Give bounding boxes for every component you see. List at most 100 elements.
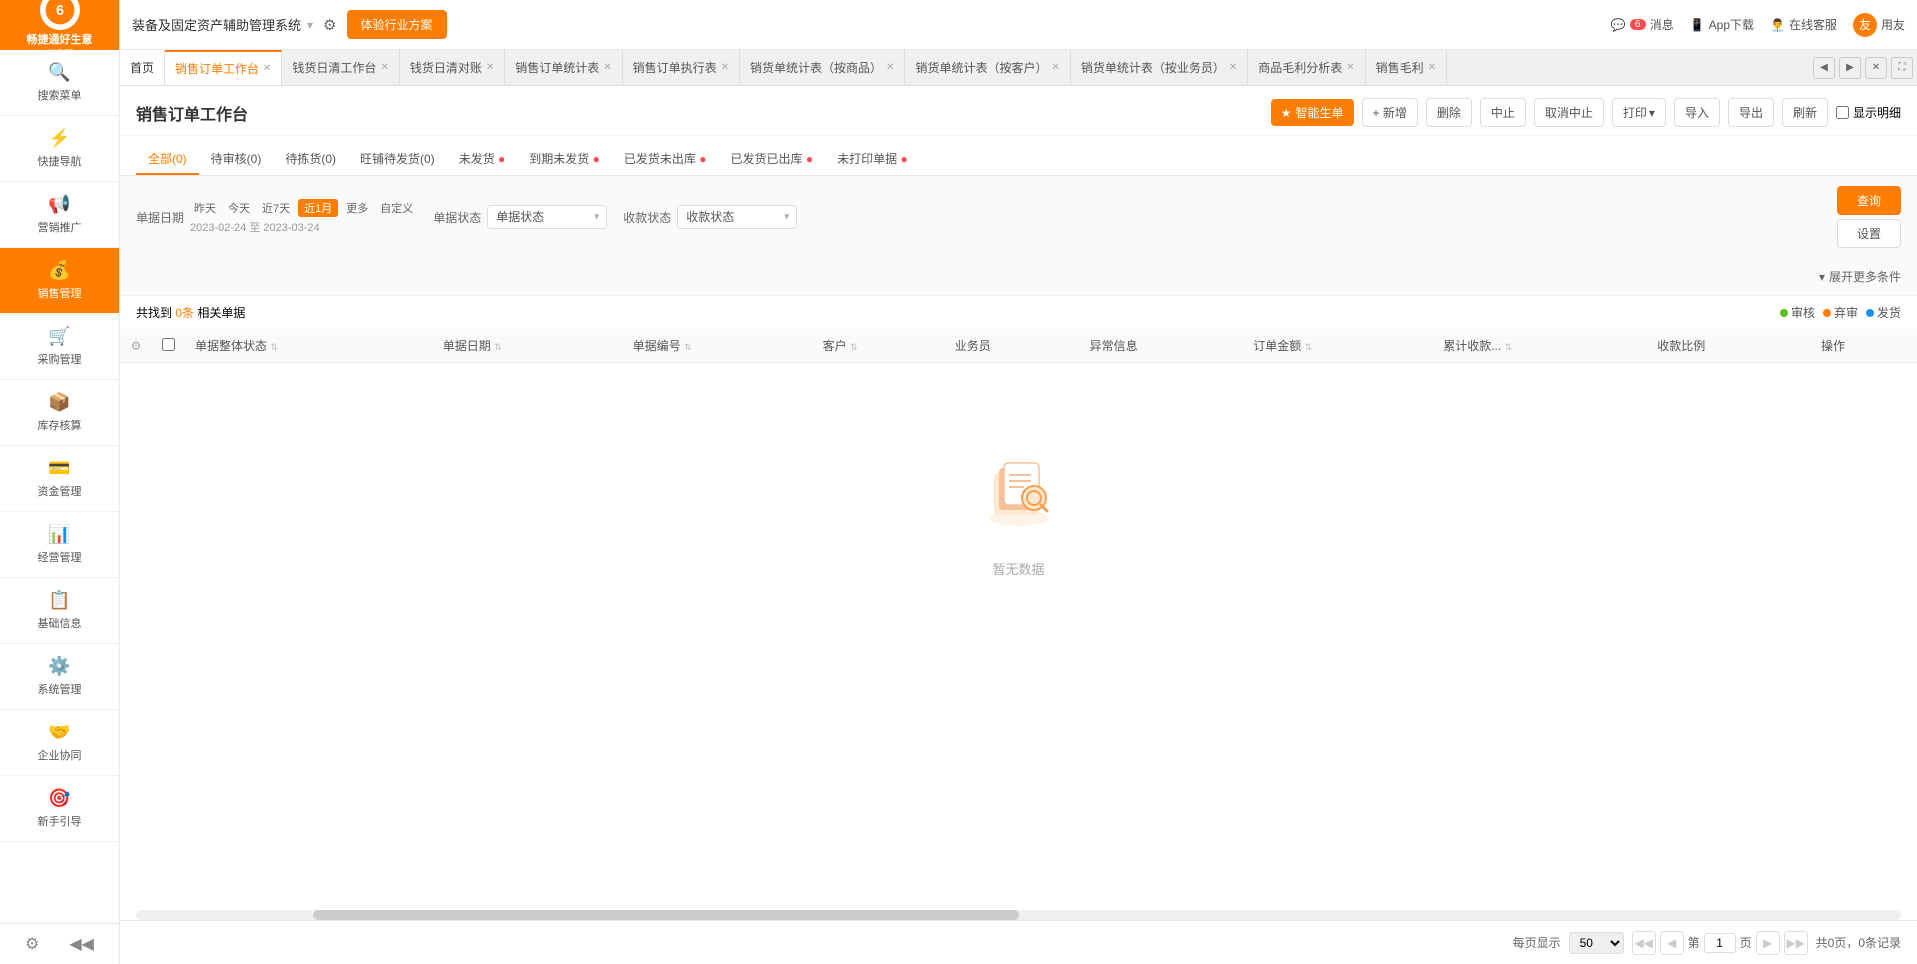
tab-next-button[interactable]: ▶ bbox=[1839, 57, 1861, 79]
sidebar-item-search[interactable]: 🔍 搜索菜单 bbox=[0, 50, 119, 116]
select-all-checkbox[interactable] bbox=[162, 338, 175, 351]
page-input[interactable] bbox=[1704, 933, 1736, 953]
sort-icon[interactable]: ⇅ bbox=[684, 342, 692, 352]
tab-close-icon[interactable]: ✕ bbox=[263, 63, 271, 74]
collapse-icon[interactable]: ◀◀ bbox=[69, 934, 94, 954]
tab-close-icon[interactable]: ✕ bbox=[886, 62, 894, 73]
sort-icon[interactable]: ⇅ bbox=[494, 342, 502, 352]
tab-close-icon[interactable]: ✕ bbox=[1229, 62, 1237, 73]
tab-close-icon[interactable]: ✕ bbox=[721, 62, 729, 73]
sub-tab-all[interactable]: 全部(0) bbox=[136, 144, 199, 175]
sub-tab-not-shipped[interactable]: 未发货 ● bbox=[447, 144, 518, 175]
date-today[interactable]: 今天 bbox=[224, 199, 254, 217]
date-yesterday[interactable]: 昨天 bbox=[190, 199, 220, 217]
sub-tab-pending-pick[interactable]: 待拣货(0) bbox=[273, 144, 348, 175]
show-detail-checkbox[interactable] bbox=[1836, 106, 1849, 119]
smart-create-button[interactable]: ★ 智能生单 bbox=[1271, 99, 1354, 126]
checkbox-col-header[interactable] bbox=[152, 329, 185, 363]
sidebar-item-quick-nav[interactable]: ⚡ 快捷导航 bbox=[0, 116, 119, 182]
stop-button[interactable]: 中止 bbox=[1480, 98, 1526, 127]
column-settings-icon[interactable]: ⚙ bbox=[131, 339, 142, 353]
print-button[interactable]: 打印 ▾ bbox=[1612, 98, 1666, 127]
industry-plan-button[interactable]: 体验行业方案 bbox=[347, 10, 447, 39]
tab-sales-profit[interactable]: 销售毛利 ✕ bbox=[1366, 50, 1447, 85]
page-first-button[interactable]: ◀◀ bbox=[1632, 931, 1656, 955]
settings-icon[interactable]: ⚙ bbox=[25, 934, 39, 954]
smart-create-label: 智能生单 bbox=[1295, 104, 1343, 121]
tab-close-icon[interactable]: ✕ bbox=[603, 62, 611, 73]
sidebar-item-enterprise[interactable]: 🤝 企业协同 bbox=[0, 710, 119, 776]
tab-close-icon[interactable]: ✕ bbox=[486, 62, 494, 73]
user-menu-button[interactable]: 友 用友 bbox=[1853, 13, 1905, 37]
sort-icon[interactable]: ⇅ bbox=[850, 342, 858, 352]
tab-sales-exec[interactable]: 销售订单执行表 ✕ bbox=[623, 50, 740, 85]
date-1month[interactable]: 近1月 bbox=[298, 199, 338, 217]
sort-icon[interactable]: ⇅ bbox=[1505, 342, 1513, 352]
tab-fullscreen-button[interactable]: ⛶ bbox=[1891, 57, 1913, 79]
page-prev-button[interactable]: ◀ bbox=[1660, 931, 1684, 955]
refresh-button[interactable]: 刷新 bbox=[1782, 98, 1828, 127]
import-button[interactable]: 导入 bbox=[1674, 98, 1720, 127]
ship-action[interactable]: 发货 bbox=[1866, 304, 1901, 321]
query-button[interactable]: 查询 bbox=[1837, 186, 1901, 215]
page-last-button[interactable]: ▶▶ bbox=[1784, 931, 1808, 955]
sidebar-item-system[interactable]: ⚙️ 系统管理 bbox=[0, 644, 119, 710]
revoke-action[interactable]: 弃审 bbox=[1823, 304, 1858, 321]
status-select[interactable]: 单据状态 bbox=[487, 205, 607, 229]
sidebar-item-guide[interactable]: 🎯 新手引导 bbox=[0, 776, 119, 842]
sidebar-item-basic[interactable]: 📋 基础信息 bbox=[0, 578, 119, 644]
sidebar-item-inventory[interactable]: 📦 库存核算 bbox=[0, 380, 119, 446]
enterprise-icon: 🤝 bbox=[48, 722, 70, 743]
app-download-button[interactable]: 📱 App下载 bbox=[1690, 16, 1754, 33]
tab-sales-stat[interactable]: 销售订单统计表 ✕ bbox=[505, 50, 622, 85]
audit-action[interactable]: 审核 bbox=[1780, 304, 1815, 321]
sub-tab-overdue-not-shipped[interactable]: 到期未发货 ● bbox=[517, 144, 612, 175]
message-button[interactable]: 💬 6 消息 bbox=[1611, 16, 1674, 33]
payment-select[interactable]: 收款状态 bbox=[677, 205, 797, 229]
topbar-gear-icon[interactable]: ⚙ bbox=[323, 16, 336, 34]
tab-close-icon[interactable]: ✕ bbox=[1346, 62, 1354, 73]
date-custom[interactable]: 自定义 bbox=[376, 199, 417, 217]
sub-tab-shipped-out[interactable]: 已发货已出库 ● bbox=[719, 144, 826, 175]
tab-cash-daily[interactable]: 钱货日清工作台 ✕ bbox=[282, 50, 399, 85]
settings-col-header[interactable]: ⚙ bbox=[120, 329, 152, 363]
tab-close-icon[interactable]: ✕ bbox=[1051, 62, 1059, 73]
tab-cash-reconcile[interactable]: 钱货日清对账 ✕ bbox=[400, 50, 505, 85]
sidebar-item-marketing[interactable]: 📢 营销推广 bbox=[0, 182, 119, 248]
page-size-select[interactable]: 50 100 200 bbox=[1569, 932, 1624, 954]
tab-home[interactable]: 首页 bbox=[120, 50, 165, 85]
online-service-button[interactable]: 👨‍💼 在线客服 bbox=[1770, 16, 1837, 33]
expand-conditions-button[interactable]: ▾ 展开更多条件 bbox=[1819, 268, 1901, 285]
tab-prev-button[interactable]: ◀ bbox=[1813, 57, 1835, 79]
show-detail-checkbox-label[interactable]: 显示明细 bbox=[1836, 104, 1901, 121]
tab-sales-summary-customer[interactable]: 销货单统计表（按客户） ✕ bbox=[905, 50, 1070, 85]
set-button[interactable]: 设置 bbox=[1837, 219, 1901, 248]
horizontal-scrollbar[interactable] bbox=[136, 910, 1901, 920]
tab-close-icon[interactable]: ✕ bbox=[1428, 62, 1436, 73]
new-button[interactable]: + 新增 bbox=[1362, 98, 1418, 127]
sub-tab-not-printed[interactable]: 未打印单据 ● bbox=[825, 144, 920, 175]
sub-tab-shipped-not-out[interactable]: 已发货未出库 ● bbox=[612, 144, 719, 175]
tab-close-icon[interactable]: ✕ bbox=[380, 62, 388, 73]
delete-button[interactable]: 删除 bbox=[1426, 98, 1472, 127]
tab-margin-analysis[interactable]: 商品毛利分析表 ✕ bbox=[1248, 50, 1365, 85]
sidebar-item-finance[interactable]: 💳 资金管理 bbox=[0, 446, 119, 512]
tab-sales-summary-product[interactable]: 销货单统计表（按商品） ✕ bbox=[740, 50, 905, 85]
sidebar-item-purchase[interactable]: 🛒 采购管理 bbox=[0, 314, 119, 380]
sub-tab-pending-audit[interactable]: 待审核(0) bbox=[199, 144, 274, 175]
date-7days[interactable]: 近7天 bbox=[258, 199, 294, 217]
tab-sales-summary-staff[interactable]: 销货单统计表（按业务员） ✕ bbox=[1071, 50, 1248, 85]
tab-close-all-button[interactable]: ✕ bbox=[1865, 57, 1887, 79]
cancel-stop-button[interactable]: 取消中止 bbox=[1534, 98, 1604, 127]
sub-tab-wangpu[interactable]: 旺铺待发货(0) bbox=[348, 144, 447, 175]
sidebar-item-sales[interactable]: 💰 销售管理 bbox=[0, 248, 119, 314]
scrollbar-thumb[interactable] bbox=[313, 910, 1019, 920]
tab-sales-workbench[interactable]: 销售订单工作台 ✕ bbox=[165, 50, 282, 85]
export-button[interactable]: 导出 bbox=[1728, 98, 1774, 127]
page-next-button[interactable]: ▶ bbox=[1756, 931, 1780, 955]
date-more[interactable]: 更多 bbox=[342, 199, 372, 217]
system-dropdown-icon[interactable]: ▾ bbox=[307, 18, 313, 32]
sort-icon[interactable]: ⇅ bbox=[270, 342, 278, 352]
sort-icon[interactable]: ⇅ bbox=[1305, 342, 1313, 352]
sidebar-item-operations[interactable]: 📊 经营管理 bbox=[0, 512, 119, 578]
